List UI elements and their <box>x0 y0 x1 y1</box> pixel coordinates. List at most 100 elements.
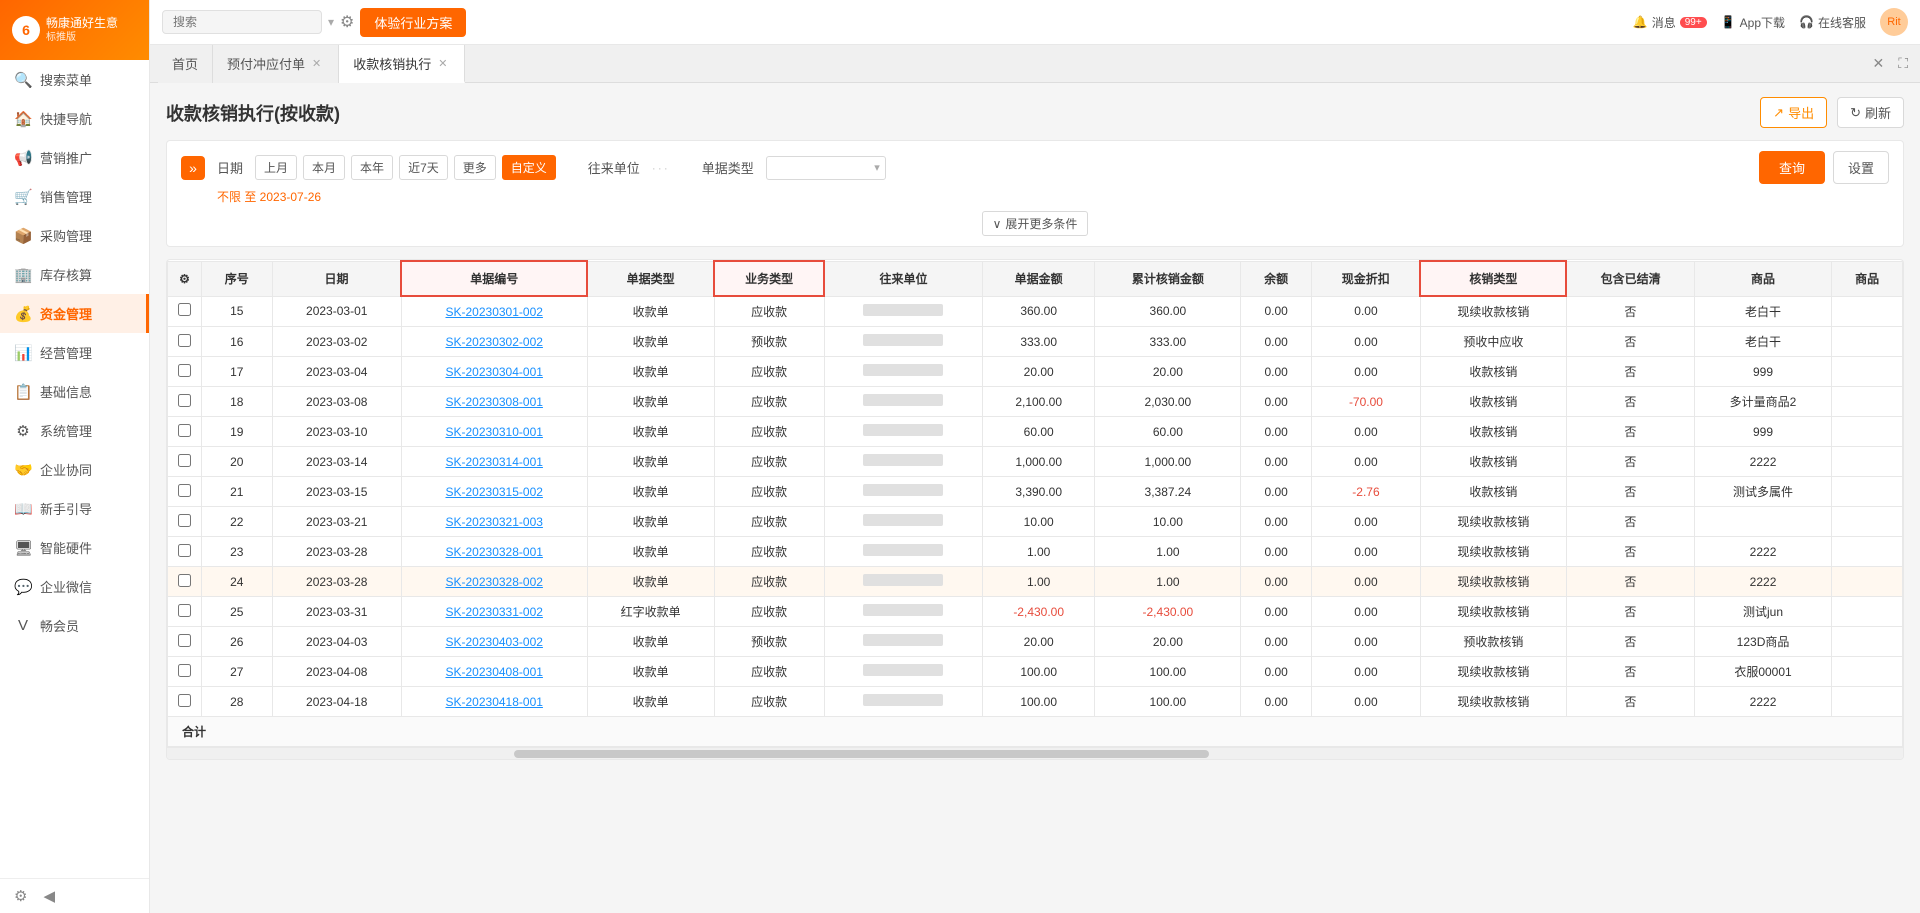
cell-voucher-no[interactable]: SK-20230321-003 <box>401 507 587 537</box>
sidebar-item-marketing[interactable]: 📢营销推广 <box>0 138 149 177</box>
sidebar-item-basics[interactable]: 📋基础信息 <box>0 372 149 411</box>
sidebar-item-hardware[interactable]: 🖥智能硬件 <box>0 528 149 567</box>
headset-icon: 🎧 <box>1799 15 1814 29</box>
cell-check[interactable] <box>168 417 202 447</box>
sidebar-item-quicknav[interactable]: 🏠快捷导航 <box>0 99 149 138</box>
cell-check[interactable] <box>168 627 202 657</box>
cell-date: 2023-04-18 <box>272 687 401 717</box>
cell-biz-type: 应收款 <box>714 296 824 327</box>
cell-voucher-no[interactable]: SK-20230328-001 <box>401 537 587 567</box>
industry-solution-button[interactable]: 体验行业方案 <box>360 8 466 37</box>
cell-check[interactable] <box>168 687 202 717</box>
sidebar-item-member[interactable]: V畅会员 <box>0 606 149 645</box>
sidebar-item-enterprise[interactable]: 🤝企业协同 <box>0 450 149 489</box>
settings-icon[interactable]: ⚙ <box>14 887 27 905</box>
cell-total-cancel: 20.00 <box>1095 627 1241 657</box>
filter-right-btns: 查询 设置 <box>1759 151 1889 184</box>
date-more-btn[interactable]: 更多 <box>454 155 496 180</box>
cell-check[interactable] <box>168 657 202 687</box>
online-service-item[interactable]: 🎧 在线客服 <box>1799 14 1866 31</box>
cell-product1: 2222 <box>1694 447 1832 477</box>
tab-home[interactable]: 首页 <box>158 45 213 83</box>
collapse-icon[interactable]: ◀ <box>43 887 55 905</box>
cell-check[interactable] <box>168 507 202 537</box>
cell-incl-cleared: 否 <box>1566 597 1694 627</box>
tab-expand-icon[interactable]: ⛶ <box>1894 51 1912 76</box>
cell-product1 <box>1694 507 1832 537</box>
cell-product2 <box>1832 507 1903 537</box>
cell-voucher-no[interactable]: SK-20230328-002 <box>401 567 587 597</box>
query-button[interactable]: 查询 <box>1759 151 1825 184</box>
cell-product1: 999 <box>1694 357 1832 387</box>
scrollbar-thumb[interactable] <box>514 750 1208 758</box>
cell-cancel-type: 收款核销 <box>1420 417 1566 447</box>
tab-prepay-close[interactable]: ✕ <box>309 56 324 71</box>
cell-voucher-no[interactable]: SK-20230315-002 <box>401 477 587 507</box>
date-custom-btn[interactable]: 自定义 <box>502 155 556 180</box>
cell-voucher-no[interactable]: SK-20230302-002 <box>401 327 587 357</box>
cell-check[interactable] <box>168 296 202 327</box>
cell-voucher-no[interactable]: SK-20230314-001 <box>401 447 587 477</box>
cell-check[interactable] <box>168 387 202 417</box>
sidebar-item-search[interactable]: 🔍搜索菜单 <box>0 60 149 99</box>
cell-biz-type: 应收款 <box>714 597 824 627</box>
cell-voucher-no[interactable]: SK-20230308-001 <box>401 387 587 417</box>
sidebar-item-inventory[interactable]: 🏢库存核算 <box>0 255 149 294</box>
cell-biz-type: 预收款 <box>714 327 824 357</box>
sidebar-item-wechat[interactable]: 💬企业微信 <box>0 567 149 606</box>
cell-check[interactable] <box>168 537 202 567</box>
table-scrollbar[interactable] <box>167 747 1903 759</box>
cell-total-cancel: 3,387.24 <box>1095 477 1241 507</box>
export-button[interactable]: ↗ 导出 <box>1760 97 1827 128</box>
cell-date: 2023-03-28 <box>272 567 401 597</box>
date-7days-btn[interactable]: 近7天 <box>399 155 448 180</box>
date-this-year-btn[interactable]: 本年 <box>351 155 393 180</box>
cell-voucher-no[interactable]: SK-20230301-002 <box>401 296 587 327</box>
tab-collection-label: 收款核销执行 <box>353 54 431 73</box>
user-avatar[interactable]: Rit <box>1880 8 1908 36</box>
date-this-month-btn[interactable]: 本月 <box>303 155 345 180</box>
filter-toggle-button[interactable]: » <box>181 156 205 180</box>
tab-collection-close[interactable]: ✕ <box>435 56 450 71</box>
tab-collection[interactable]: 收款核销执行 ✕ <box>339 45 465 83</box>
sidebar-item-purchase[interactable]: 📦采购管理 <box>0 216 149 255</box>
cell-voucher-no[interactable]: SK-20230408-001 <box>401 657 587 687</box>
tab-prepay[interactable]: 预付冲应付单 ✕ <box>213 45 339 83</box>
sidebar-item-sales[interactable]: 🛒销售管理 <box>0 177 149 216</box>
sidebar-item-guide[interactable]: 📖新手引导 <box>0 489 149 528</box>
cell-check[interactable] <box>168 567 202 597</box>
cell-check[interactable] <box>168 447 202 477</box>
notification-item[interactable]: 🔔 消息 99+ <box>1633 14 1707 31</box>
topbar-gear-icon[interactable]: ⚙ <box>340 12 354 32</box>
sidebar-item-system[interactable]: ⚙系统管理 <box>0 411 149 450</box>
sidebar-item-funds[interactable]: 💰资金管理 <box>0 294 149 333</box>
refresh-button[interactable]: ↻ 刷新 <box>1837 97 1904 128</box>
sidebar-item-operations[interactable]: 📊经营管理 <box>0 333 149 372</box>
cell-voucher-no[interactable]: SK-20230310-001 <box>401 417 587 447</box>
cell-voucher-no[interactable]: SK-20230403-002 <box>401 627 587 657</box>
cell-product2 <box>1832 657 1903 687</box>
th-voucher-no: 单据编号 <box>401 261 587 296</box>
app-download-item[interactable]: 📱 App下载 <box>1721 14 1785 31</box>
cell-product2 <box>1832 417 1903 447</box>
cell-check[interactable] <box>168 327 202 357</box>
cell-no: 22 <box>202 507 273 537</box>
cell-partner <box>824 357 982 387</box>
table-row: 22 2023-03-21 SK-20230321-003 收款单 应收款 10… <box>168 507 1903 537</box>
cell-voucher-no[interactable]: SK-20230304-001 <box>401 357 587 387</box>
search-input[interactable] <box>162 10 322 34</box>
sidebar-bottom: ⚙ ◀ <box>0 878 149 913</box>
cell-check[interactable] <box>168 597 202 627</box>
cell-voucher-no[interactable]: SK-20230331-002 <box>401 597 587 627</box>
date-last-month-btn[interactable]: 上月 <box>255 155 297 180</box>
voucher-type-select[interactable] <box>766 156 886 180</box>
cell-voucher-no[interactable]: SK-20230418-001 <box>401 687 587 717</box>
setting-button[interactable]: 设置 <box>1833 151 1889 184</box>
system-icon: ⚙ <box>14 422 32 440</box>
expand-more-button[interactable]: ∨ 展开更多条件 <box>982 211 1089 236</box>
cell-check[interactable] <box>168 357 202 387</box>
tab-close-all-icon[interactable]: ✕ <box>1868 51 1888 76</box>
cell-product2 <box>1832 327 1903 357</box>
th-gear[interactable]: ⚙ <box>168 261 202 296</box>
cell-check[interactable] <box>168 477 202 507</box>
